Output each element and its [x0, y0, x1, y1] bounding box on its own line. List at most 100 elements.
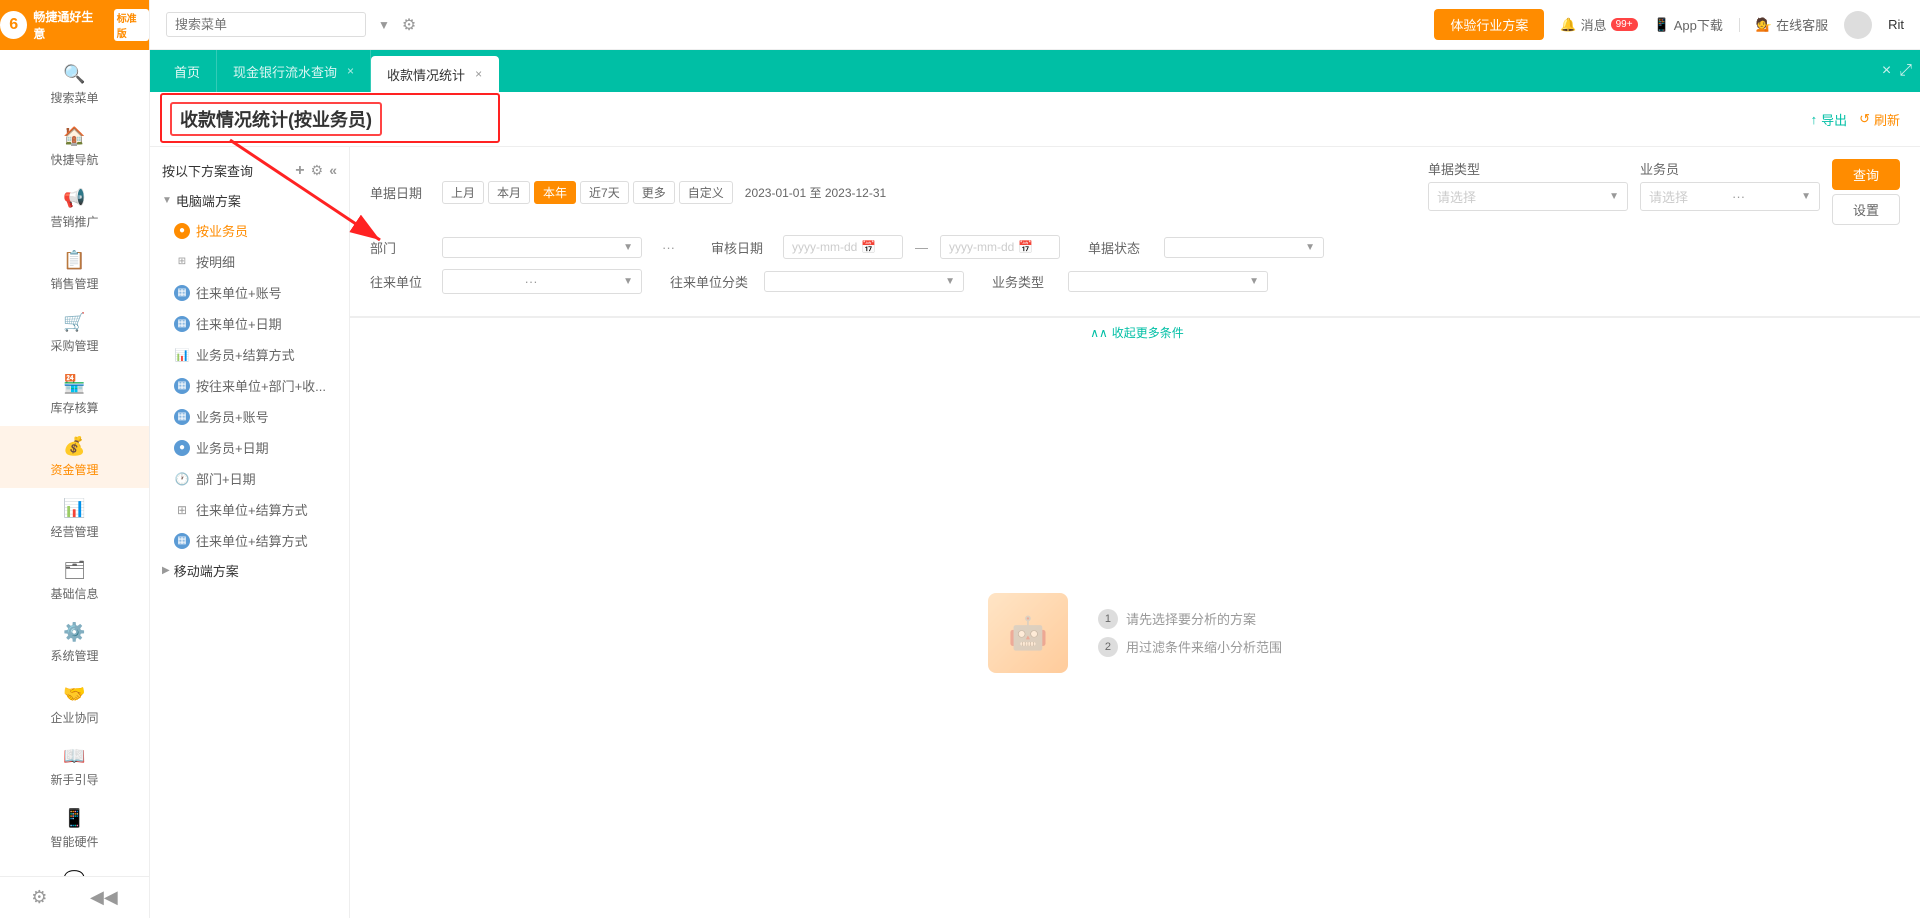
scheme-item-staff-date[interactable]: ● 业务员+日期 — [150, 432, 349, 463]
tab-bank-flow[interactable]: 现金银行流水查询 × — [217, 50, 371, 92]
bill-status-label: 单据状态 — [1088, 238, 1148, 257]
breadcrumb-input[interactable] — [166, 12, 366, 37]
date-last-month-btn[interactable]: 上月 — [442, 181, 484, 204]
step2-num: 2 — [1098, 637, 1118, 657]
salesperson-select[interactable]: 请选择 ··· ▼ — [1640, 182, 1820, 211]
sidebar-item-system[interactable]: ⚙️ 系统管理 — [0, 612, 149, 674]
scheme-item-salesperson[interactable]: ● 按业务员 — [150, 215, 349, 246]
scheme-item-partner-payment1[interactable]: ⊞ 往来单位+结算方式 — [150, 494, 349, 525]
partner-arrow: ▼ — [623, 276, 633, 287]
wechat-icon: 💬 — [63, 870, 85, 876]
online-service-btn[interactable]: 💁 在线客服 — [1756, 15, 1828, 34]
export-button[interactable]: ↑ 导出 — [1811, 110, 1848, 129]
date-this-month-btn[interactable]: 本月 — [488, 181, 530, 204]
sidebar-item-operations[interactable]: 📊 经营管理 — [0, 488, 149, 550]
dept-dots[interactable]: ··· — [662, 240, 675, 255]
basic-icon: 🗂 — [63, 560, 86, 581]
desktop-scheme-group: ▼ 电脑端方案 ● 按业务员 ⊞ 按明细 ▦ — [150, 186, 349, 556]
service-icon: 💁 — [1756, 17, 1772, 33]
biz-type-select[interactable]: ▼ — [1068, 271, 1268, 292]
sidebar-item-finance[interactable]: 💰 资金管理 — [0, 426, 149, 488]
refresh-button[interactable]: ↺ 刷新 — [1859, 110, 1900, 129]
scheme-item-detail[interactable]: ⊞ 按明细 — [150, 246, 349, 277]
step1-text: 请先选择要分析的方案 — [1126, 609, 1256, 628]
dropdown-icon[interactable]: ▼ — [378, 18, 390, 32]
gear-scheme-icon[interactable]: ⚙ — [311, 162, 324, 180]
date-more-btn[interactable]: 更多 — [633, 181, 675, 204]
query-button[interactable]: 查询 — [1832, 159, 1900, 190]
tab-home[interactable]: 首页 — [158, 50, 217, 92]
operations-icon: 📊 — [63, 498, 85, 519]
sidebar-label-quick: 快捷导航 — [50, 151, 98, 168]
collapse-panel-icon[interactable]: « — [329, 162, 337, 180]
partner-type-arrow: ▼ — [945, 276, 955, 287]
sidebar-item-quick[interactable]: 🏠 快捷导航 — [0, 116, 149, 178]
partner-date-label: 往来单位+日期 — [196, 314, 282, 333]
sidebar-item-search[interactable]: 🔍 搜索菜单 — [0, 54, 149, 116]
date-this-year-btn[interactable]: 本年 — [534, 181, 576, 204]
setting-button[interactable]: 设置 — [1832, 194, 1900, 225]
date-7days-btn[interactable]: 近7天 — [580, 181, 629, 204]
scheme-item-partner-dept[interactable]: ▦ 按往来单位+部门+收... — [150, 370, 349, 401]
date-label: 单据日期 — [370, 183, 430, 202]
review-date-label: 审核日期 — [711, 238, 771, 257]
type-label: 单据类型 — [1428, 159, 1624, 178]
scheme-item-dept-date[interactable]: 🕐 部门+日期 — [150, 463, 349, 494]
scheme-item-partner-payment2[interactable]: ▦ 往来单位+结算方式 — [150, 525, 349, 556]
bill-status-select[interactable]: ▼ — [1164, 237, 1324, 258]
sidebar-item-basic[interactable]: 🗂 基础信息 — [0, 550, 149, 612]
dept-select[interactable]: ▼ — [442, 237, 642, 258]
bill-type-value: 请选择 — [1437, 187, 1476, 206]
tab-expand-icon[interactable]: ⤢ — [1899, 62, 1912, 80]
tab-bank-flow-close[interactable]: × — [347, 64, 354, 78]
sidebar-item-hardware[interactable]: 📱 智能硬件 — [0, 798, 149, 860]
sidebar-item-enterprise[interactable]: 🤝 企业协同 — [0, 674, 149, 736]
collapse-bar[interactable]: ∧∧ 收起更多条件 — [350, 317, 1920, 347]
notification-label: 消息 — [1581, 15, 1607, 34]
partner-select[interactable]: ··· ▼ — [442, 269, 642, 294]
trial-button[interactable]: 体验行业方案 — [1434, 9, 1544, 40]
review-date-from-input[interactable]: yyyy-mm-dd 📅 — [783, 235, 903, 259]
partner-dots-btn[interactable]: ··· — [525, 274, 538, 289]
staff-date-label: 业务员+日期 — [196, 438, 269, 457]
scheme-item-staff-payment[interactable]: 📊 业务员+结算方式 — [150, 339, 349, 370]
review-date-to-input[interactable]: yyyy-mm-dd 📅 — [940, 235, 1060, 259]
sidebar-item-wechat[interactable]: 💬 企业微信 — [0, 860, 149, 876]
scheme-item-partner-date[interactable]: ▦ 往来单位+日期 — [150, 308, 349, 339]
sidebar-item-purchase[interactable]: 🛒 采购管理 — [0, 302, 149, 364]
app-download-btn[interactable]: 📱 App下载 — [1654, 15, 1723, 34]
mobile-group-title[interactable]: ▶ 移动端方案 — [150, 556, 349, 585]
sidebar-footer: ⚙ ◀◀ — [0, 876, 149, 918]
partner-type-select[interactable]: ▼ — [764, 271, 964, 292]
hardware-icon: 📱 — [63, 808, 85, 829]
partner-payment1-icon: ⊞ — [174, 502, 190, 518]
bill-type-select[interactable]: 请选择 ▼ — [1428, 182, 1628, 211]
tab-collection-close[interactable]: × — [475, 67, 482, 81]
bell-icon: 🔔 — [1560, 17, 1576, 33]
page-header-actions: ↑ 导出 ↺ 刷新 — [1811, 110, 1900, 129]
sidebar-item-marketing[interactable]: 📢 营销推广 — [0, 178, 149, 240]
sidebar-item-sales[interactable]: 📋 销售管理 — [0, 240, 149, 302]
collapse-sidebar-icon[interactable]: ◀◀ — [90, 887, 118, 908]
add-scheme-icon[interactable]: + — [295, 162, 304, 180]
settings-icon[interactable]: ⚙ — [31, 887, 47, 908]
enterprise-icon: 🤝 — [63, 684, 85, 705]
app-name: 畅捷通好生意 — [33, 8, 103, 42]
biz-type-label: 业务类型 — [992, 272, 1052, 291]
notification-area[interactable]: 🔔 消息 99+ — [1560, 15, 1637, 34]
user-avatar[interactable] — [1844, 11, 1872, 39]
date-custom-btn[interactable]: 自定义 — [679, 181, 733, 204]
page-header: 收款情况统计(按业务员) ↑ 导出 ↺ 刷新 — [150, 92, 1920, 147]
sidebar-item-inventory[interactable]: 🏪 库存核算 — [0, 364, 149, 426]
scheme-item-staff-account[interactable]: ▦ 业务员+账号 — [150, 401, 349, 432]
settings-gear-icon[interactable]: ⚙ — [402, 15, 416, 35]
right-panel: 单据日期 上月 本月 本年 近7天 更多 自定义 2023-01-01 至 20… — [350, 147, 1920, 918]
sidebar-item-guide[interactable]: 📖 新手引导 — [0, 736, 149, 798]
tab-collection[interactable]: 收款情况统计 × — [371, 56, 499, 92]
desktop-group-title[interactable]: ▼ 电脑端方案 — [150, 186, 349, 215]
tab-close-all-icon[interactable]: × — [1882, 62, 1891, 80]
salesperson-dots[interactable]: ··· — [1732, 189, 1745, 204]
scheme-item-partner-account[interactable]: ▦ 往来单位+账号 — [150, 277, 349, 308]
sidebar-label-enterprise: 企业协同 — [50, 709, 98, 726]
mobile-group-arrow: ▶ — [162, 565, 170, 576]
